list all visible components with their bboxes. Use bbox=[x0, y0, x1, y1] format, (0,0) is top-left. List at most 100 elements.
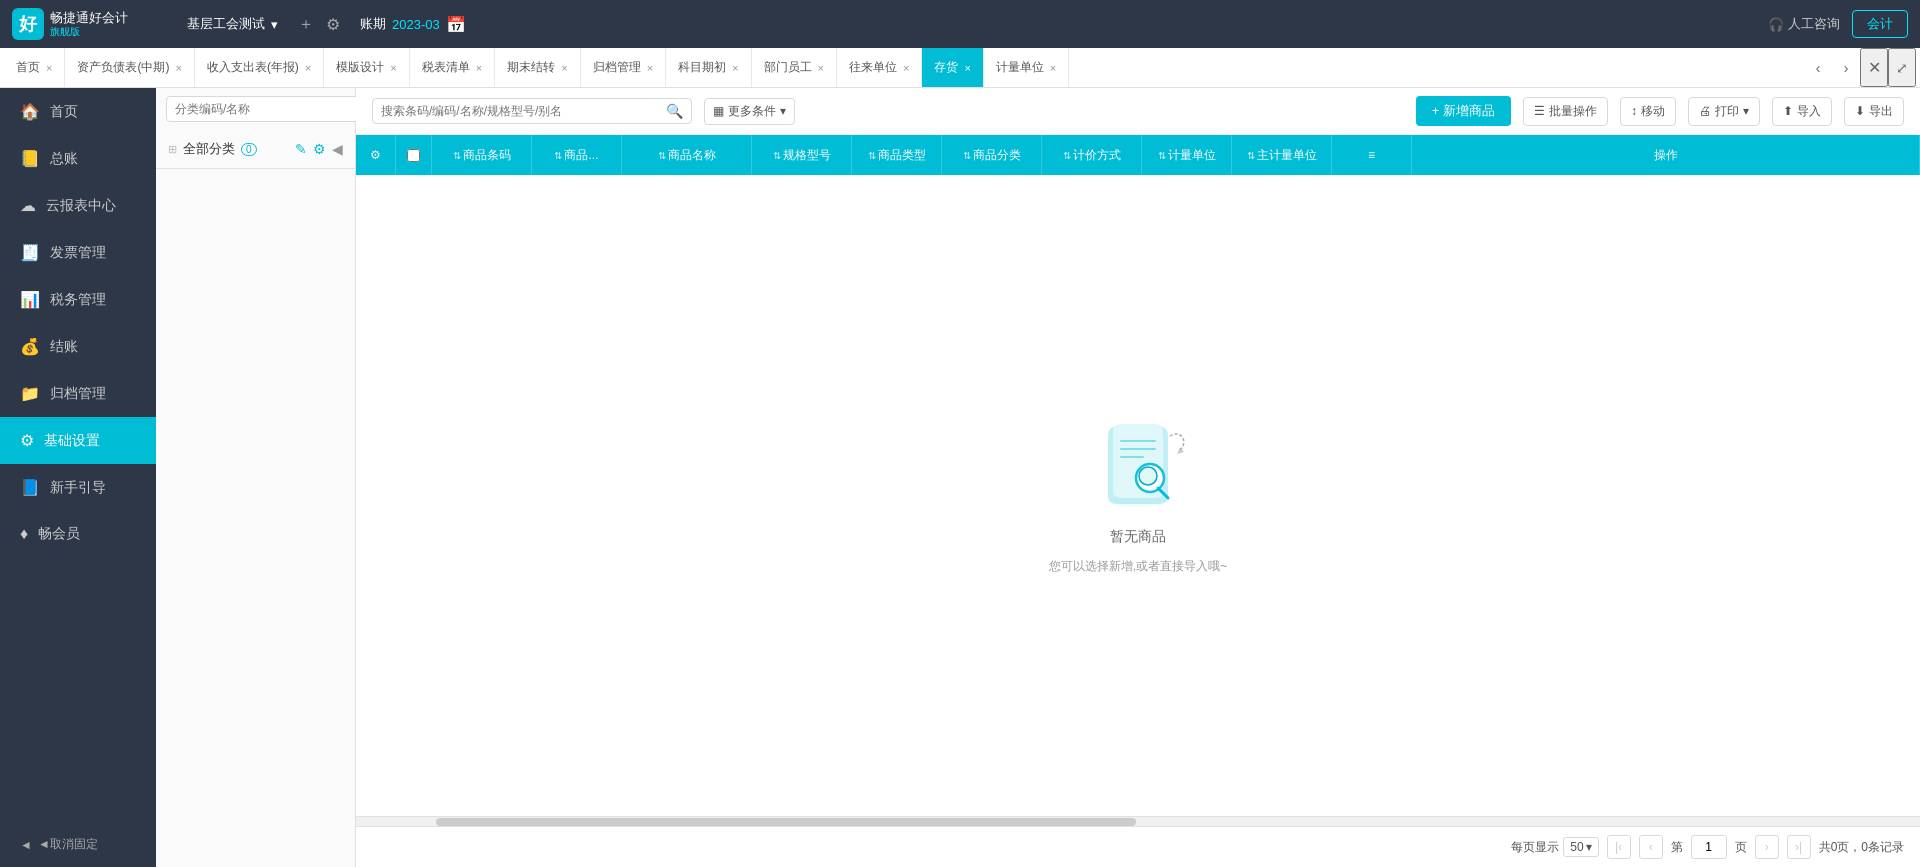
consultant-button[interactable]: 🎧 人工咨询 bbox=[1768, 15, 1840, 33]
sidebar-label-0: 首页 bbox=[50, 103, 78, 121]
settings-icon[interactable]: ⚙ bbox=[326, 15, 340, 34]
more-filters-button[interactable]: ▦ 更多条件 ▾ bbox=[704, 98, 795, 125]
tab-close-8[interactable]: × bbox=[818, 62, 824, 74]
export-label: 导出 bbox=[1869, 103, 1893, 120]
batch-operation-button[interactable]: ☰ 批量操作 bbox=[1523, 97, 1608, 126]
th-unit-label: 计量单位 bbox=[1168, 147, 1216, 164]
tab-item-10[interactable]: 存货× bbox=[922, 48, 983, 87]
th-checkbox[interactable] bbox=[396, 135, 432, 175]
sidebar-item-6[interactable]: 📁归档管理 bbox=[0, 370, 156, 417]
tab-item-7[interactable]: 科目期初× bbox=[666, 48, 751, 87]
add-tab-icon[interactable]: ＋ bbox=[298, 14, 314, 35]
content-area: 🔍 ⊞ 全部分类 0 ✎ ⚙ ◀ bbox=[156, 88, 1920, 867]
table-header: ⚙ ⇅ 商品条码 ⇅ 商品... ⇅ 商品名称 bbox=[356, 135, 1920, 175]
tab-item-11[interactable]: 计量单位× bbox=[984, 48, 1069, 87]
print-icon: 🖨 bbox=[1699, 104, 1711, 118]
th-type[interactable]: ⇅ 商品类型 bbox=[852, 135, 942, 175]
sidebar-item-5[interactable]: 💰结账 bbox=[0, 323, 156, 370]
tab-item-6[interactable]: 归档管理× bbox=[581, 48, 666, 87]
th-barcode[interactable]: ⇅ 商品条码 bbox=[432, 135, 532, 175]
sidebar-item-9[interactable]: ♦畅会员 bbox=[0, 511, 156, 557]
svg-point-5 bbox=[1139, 467, 1157, 485]
sidebar-item-3[interactable]: 🧾发票管理 bbox=[0, 229, 156, 276]
sidebar-item-8[interactable]: 📘新手引导 bbox=[0, 464, 156, 511]
tab-close-11[interactable]: × bbox=[1050, 62, 1056, 74]
account-button[interactable]: 会计 bbox=[1852, 10, 1908, 38]
sidebar-item-1[interactable]: 📒总账 bbox=[0, 135, 156, 182]
main-search-icon[interactable]: 🔍 bbox=[666, 103, 683, 119]
settings-categories-icon[interactable]: ⚙ bbox=[313, 141, 326, 157]
tab-close-0[interactable]: × bbox=[46, 62, 52, 74]
print-button[interactable]: 🖨 打印 ▾ bbox=[1688, 97, 1760, 126]
th-col3[interactable]: ≡ bbox=[1332, 135, 1412, 175]
pagination-bar: 每页显示 50 ▾ |‹ ‹ 第 页 › ›| 共0页，0条记录 bbox=[356, 826, 1920, 867]
th-settings[interactable]: ⚙ bbox=[356, 135, 396, 175]
th-code-label: 商品... bbox=[564, 147, 598, 164]
tab-item-5[interactable]: 期末结转× bbox=[495, 48, 580, 87]
cancel-pin-button[interactable]: ◄ ◄取消固定 bbox=[0, 822, 156, 867]
tab-close-all-button[interactable]: ✕ bbox=[1860, 48, 1888, 87]
tab-expand-button[interactable]: ⤢ bbox=[1888, 48, 1916, 87]
tab-label-9: 往来单位 bbox=[849, 59, 897, 76]
tab-close-7[interactable]: × bbox=[732, 62, 738, 74]
th-price-method[interactable]: ⇅ 计价方式 bbox=[1042, 135, 1142, 175]
tab-prev-button[interactable]: ‹ bbox=[1804, 48, 1832, 87]
sidebar-label-9: 畅会员 bbox=[38, 525, 80, 543]
sidebar-item-7[interactable]: ⚙基础设置 bbox=[0, 417, 156, 464]
add-product-button[interactable]: + 新增商品 bbox=[1416, 96, 1511, 126]
cancel-pin-label: ◄取消固定 bbox=[38, 836, 98, 853]
main-search-input[interactable] bbox=[381, 104, 666, 118]
tab-item-8[interactable]: 部门员工× bbox=[752, 48, 837, 87]
tab-item-0[interactable]: 首页× bbox=[4, 48, 65, 87]
collapse-panel-icon[interactable]: ◀ bbox=[332, 141, 343, 157]
tab-item-2[interactable]: 收入支出表(年报)× bbox=[195, 48, 324, 87]
th-spec[interactable]: ⇅ 规格型号 bbox=[752, 135, 852, 175]
th-code[interactable]: ⇅ 商品... bbox=[532, 135, 622, 175]
main-search-box[interactable]: 🔍 bbox=[372, 98, 692, 124]
sidebar-item-2[interactable]: ☁云报表中心 bbox=[0, 182, 156, 229]
company-selector[interactable]: 基层工会测试 ▾ bbox=[179, 11, 286, 37]
scrollbar-thumb[interactable] bbox=[436, 818, 1136, 826]
tab-close-10[interactable]: × bbox=[964, 62, 970, 74]
move-button[interactable]: ↕ 移动 bbox=[1620, 97, 1676, 126]
empty-title: 暂无商品 bbox=[1110, 528, 1166, 546]
export-icon: ⬇ bbox=[1855, 104, 1865, 118]
select-all-checkbox[interactable] bbox=[407, 149, 420, 162]
horizontal-scrollbar[interactable] bbox=[356, 816, 1920, 826]
sidebar-item-4[interactable]: 📊税务管理 bbox=[0, 276, 156, 323]
tab-close-5[interactable]: × bbox=[561, 62, 567, 74]
tab-close-2[interactable]: × bbox=[305, 62, 311, 74]
export-button[interactable]: ⬇ 导出 bbox=[1844, 97, 1904, 126]
left-search-input[interactable] bbox=[175, 102, 380, 116]
last-page-button[interactable]: ›| bbox=[1787, 835, 1811, 859]
th-name[interactable]: ⇅ 商品名称 bbox=[622, 135, 752, 175]
prev-page-button[interactable]: ‹ bbox=[1639, 835, 1663, 859]
tab-item-3[interactable]: 模版设计× bbox=[324, 48, 409, 87]
first-page-button[interactable]: |‹ bbox=[1607, 835, 1631, 859]
print-chevron-icon: ▾ bbox=[1743, 104, 1749, 118]
tab-close-6[interactable]: × bbox=[647, 62, 653, 74]
headset-icon: 🎧 bbox=[1768, 17, 1784, 32]
tab-close-4[interactable]: × bbox=[476, 62, 482, 74]
chevron-down-icon: ▾ bbox=[271, 17, 278, 32]
app-logo-icon: 好 bbox=[12, 8, 44, 40]
all-categories-label[interactable]: 全部分类 bbox=[183, 140, 235, 158]
tab-close-3[interactable]: × bbox=[390, 62, 396, 74]
th-unit[interactable]: ⇅ 计量单位 bbox=[1142, 135, 1232, 175]
page-number-input[interactable] bbox=[1691, 835, 1727, 859]
th-main-unit[interactable]: ⇅ 主计量单位 bbox=[1232, 135, 1332, 175]
tab-item-4[interactable]: 税表清单× bbox=[410, 48, 495, 87]
tab-next-button[interactable]: › bbox=[1832, 48, 1860, 87]
tab-close-1[interactable]: × bbox=[175, 62, 181, 74]
import-button[interactable]: ⬆ 导入 bbox=[1772, 97, 1832, 126]
edit-icon[interactable]: ✎ bbox=[295, 141, 307, 157]
tab-item-9[interactable]: 往来单位 × bbox=[837, 48, 922, 87]
calendar-icon[interactable]: 📅 bbox=[446, 15, 466, 34]
sidebar-item-0[interactable]: 🏠首页 bbox=[0, 88, 156, 135]
next-page-button[interactable]: › bbox=[1755, 835, 1779, 859]
tab-close-9[interactable]: × bbox=[903, 62, 909, 74]
th-main-unit-label: 主计量单位 bbox=[1257, 147, 1317, 164]
tab-item-1[interactable]: 资产负债表(中期)× bbox=[65, 48, 194, 87]
page-size-box[interactable]: 50 ▾ bbox=[1563, 837, 1598, 857]
th-category[interactable]: ⇅ 商品分类 bbox=[942, 135, 1042, 175]
